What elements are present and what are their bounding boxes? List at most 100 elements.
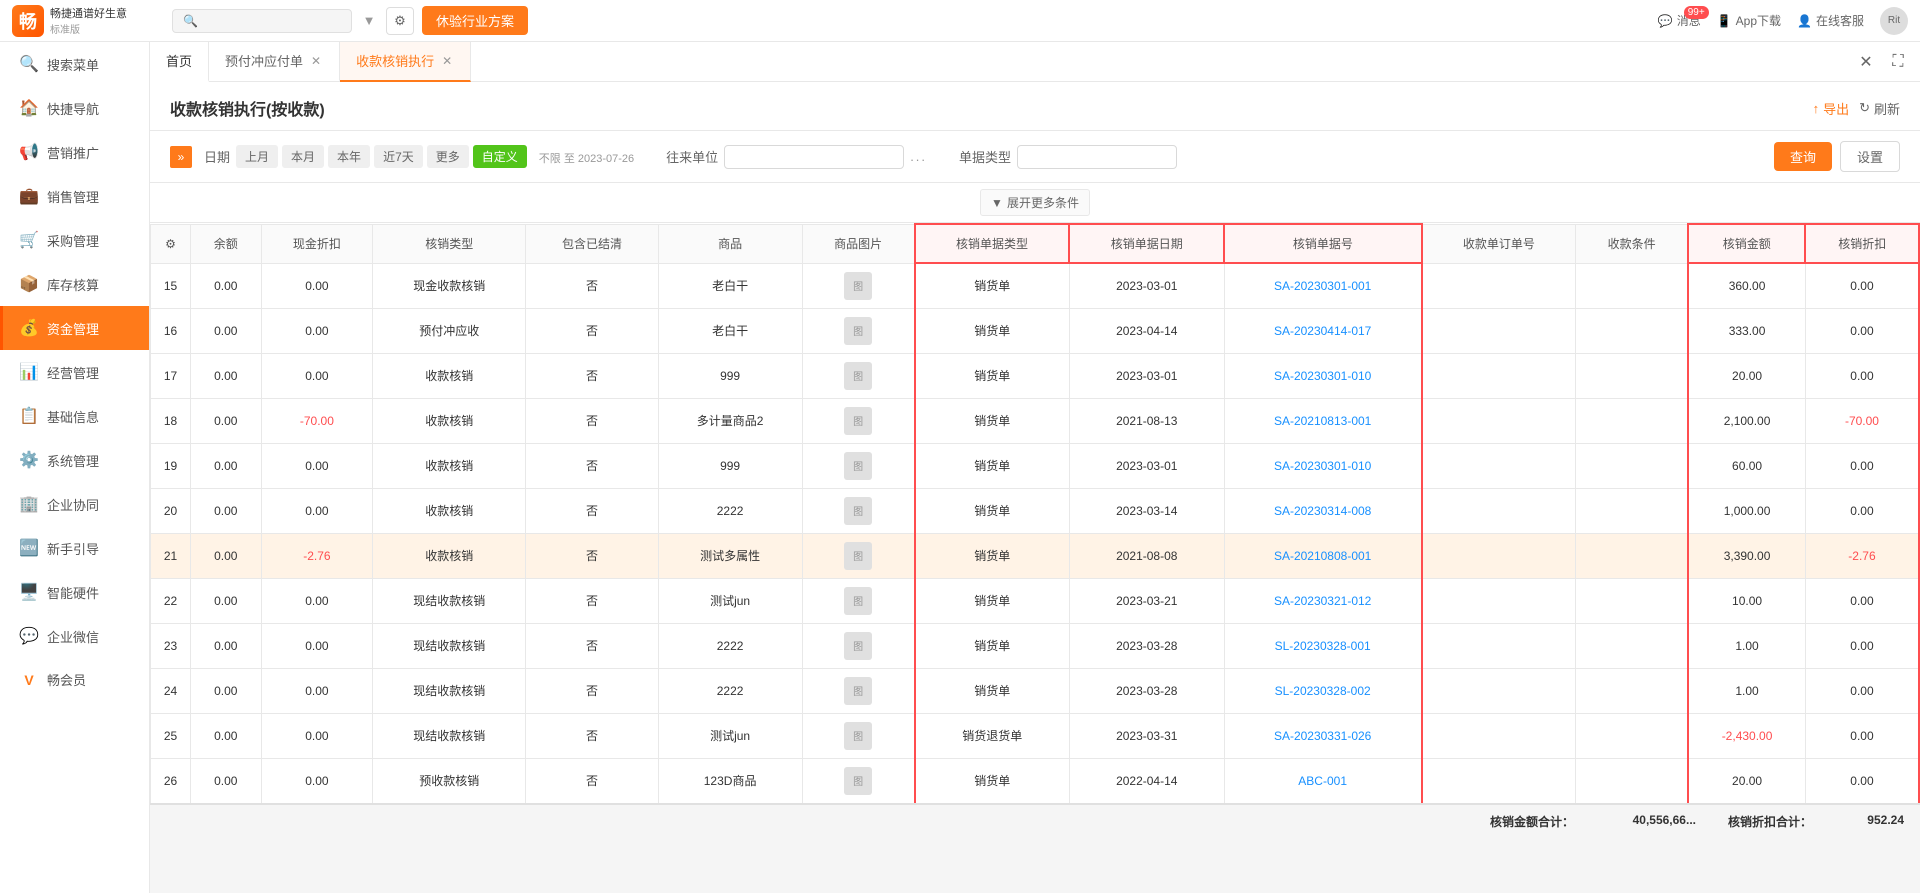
sidebar-item-inventory[interactable]: 📦 库存核算 [0,262,149,306]
writeoff-bill-no-link[interactable]: SA-20230301-010 [1274,459,1371,473]
cell-collection-order-no [1422,353,1576,398]
cell-collection-order-no [1422,668,1576,713]
top-search-bar[interactable]: 🔍 [172,9,352,33]
sidebar-item-hardware[interactable]: 🖥️ 智能硬件 [0,570,149,614]
counterpart-input[interactable] [724,145,904,169]
sidebar-item-wechat[interactable]: 💬 企业微信 [0,614,149,658]
sidebar-item-finance[interactable]: 💰 资金管理 [0,306,149,350]
sidebar-item-basic-info[interactable]: 📋 基础信息 [0,394,149,438]
writeoff-bill-no-link[interactable]: SA-20210808-001 [1274,549,1371,563]
writeoff-bill-no-link[interactable]: SA-20230414-017 [1274,324,1371,338]
cell-payment-terms [1576,758,1689,803]
sidebar-item-quick-nav[interactable]: 🏠 快捷导航 [0,86,149,130]
tab-collection-close[interactable]: ✕ [440,52,454,70]
cell-writeoff-bill-type: 销货单 [915,758,1070,803]
sidebar-item-operations[interactable]: 📊 经营管理 [0,350,149,394]
cell-goods-image: 图 [802,758,915,803]
cell-writeoff-bill-no: SL-20230328-002 [1224,668,1422,713]
cell-payment-terms [1576,263,1689,308]
sidebar-item-guide[interactable]: 🆕 新手引导 [0,526,149,570]
writeoff-bill-no-link[interactable]: SA-20230314-008 [1274,504,1371,518]
cell-collection-order-no [1422,758,1576,803]
sidebar-item-marketing[interactable]: 📢 营销推广 [0,130,149,174]
cell-goods: 老白干 [658,263,802,308]
app-download-button[interactable]: 📱 App下载 [1717,12,1781,29]
cell-collection-order-no [1422,488,1576,533]
filter-expand-button[interactable]: » [170,146,192,168]
table-row: 26 0.00 0.00 预收款核销 否 123D商品 图 销货单 2022-0… [151,758,1920,803]
tab-prepay-label: 预付冲应付单 [225,51,303,70]
date-btn-last-month[interactable]: 上月 [236,145,278,168]
cell-rownum: 16 [151,308,191,353]
sidebar-item-enterprise[interactable]: 🏢 企业协同 [0,482,149,526]
service-icon: 👤 [1797,14,1812,28]
cell-balance: 0.00 [191,398,262,443]
dropdown-arrow[interactable]: ▼ [360,12,378,30]
writeoff-bill-no-link[interactable]: SL-20230328-002 [1275,684,1371,698]
writeoff-bill-no-link[interactable]: SA-20230331-026 [1274,729,1371,743]
th-settings[interactable]: ⚙ [151,224,191,263]
cell-writeoff-amount: -2,430.00 [1688,713,1805,758]
tab-maximize-button[interactable]: ⛶ [1884,48,1912,76]
date-btn-custom[interactable]: 自定义 [473,145,527,168]
tab-prepay-close[interactable]: ✕ [309,52,323,70]
table-row: 15 0.00 0.00 现金收款核销 否 老白干 图 销货单 2023-03-… [151,263,1920,308]
expand-conditions-button[interactable]: ▼ 展开更多条件 [980,189,1090,216]
bill-type-select[interactable] [1017,145,1177,169]
sidebar-item-member[interactable]: V 畅会员 [0,658,149,701]
date-btn-7days[interactable]: 近7天 [374,145,423,168]
cell-cash-discount: 0.00 [261,353,373,398]
cell-rownum: 15 [151,263,191,308]
export-icon: ↑ [1813,101,1820,116]
industry-button[interactable]: 休验行业方案 [422,6,528,35]
writeoff-bill-no-link[interactable]: SA-20230301-010 [1274,369,1371,383]
query-button[interactable]: 查询 [1774,142,1832,171]
cell-payment-terms [1576,443,1689,488]
cell-writeoff-bill-no: SL-20230328-001 [1224,623,1422,668]
writeoff-bill-no-link[interactable]: ABC-001 [1298,774,1347,788]
refresh-button[interactable]: ↻ 刷新 [1859,99,1900,118]
cell-collection-order-no [1422,578,1576,623]
tab-collection[interactable]: 收款核销执行 ✕ [340,42,471,82]
date-btn-this-year[interactable]: 本年 [328,145,370,168]
export-button[interactable]: ↑ 导出 [1813,99,1850,118]
table-scroll[interactable]: ⚙ 余额 现金折扣 核销类型 包含已结清 商品 商品图片 核销单据类型 核销单据… [150,223,1920,803]
date-btn-this-month[interactable]: 本月 [282,145,324,168]
tab-prepay[interactable]: 预付冲应付单 ✕ [209,42,340,82]
online-service-button[interactable]: 👤 在线客服 [1797,12,1864,29]
message-button[interactable]: 💬 消息 99+ [1658,12,1701,29]
cell-writeoff-amount: 20.00 [1688,353,1805,398]
logo-area: 畅 畅捷通谱好生意 标准版 [12,5,162,37]
filter-date-group: 日期 上月 本月 本年 近7天 更多 自定义 [204,145,527,168]
tab-home[interactable]: 首页 [150,42,209,82]
tab-bar: 首页 预付冲应付单 ✕ 收款核销执行 ✕ ✕ ⛶ [150,42,1920,82]
date-range-display: 不限 至 2023-07-26 [539,150,634,166]
user-avatar[interactable]: Rit [1880,7,1908,35]
writeoff-bill-no-link[interactable]: SL-20230328-001 [1275,639,1371,653]
cell-writeoff-bill-date: 2023-03-01 [1069,443,1224,488]
sidebar-item-sales[interactable]: 💼 销售管理 [0,174,149,218]
filter-bill-type-group: 单据类型 [959,145,1177,169]
cell-writeoff-bill-date: 2023-03-01 [1069,353,1224,398]
gear-button[interactable]: ⚙ [386,7,414,35]
cell-writeoff-discount: 0.00 [1805,308,1919,353]
member-icon: V [19,672,39,688]
sidebar-item-purchase[interactable]: 🛒 采购管理 [0,218,149,262]
cell-balance: 0.00 [191,668,262,713]
date-btn-more[interactable]: 更多 [427,145,469,168]
cell-writeoff-amount: 2,100.00 [1688,398,1805,443]
cell-writeoff-bill-type: 销货单 [915,578,1070,623]
message-badge: 99+ [1684,6,1709,19]
tab-close-all-button[interactable]: ✕ [1852,48,1880,76]
sidebar-item-search[interactable]: 🔍 搜索菜单 [0,42,149,86]
writeoff-bill-no-link[interactable]: SA-20230301-001 [1274,279,1371,293]
writeoff-bill-no-link[interactable]: SA-20210813-001 [1274,414,1371,428]
cell-rownum: 23 [151,623,191,668]
cell-payment-terms [1576,623,1689,668]
writeoff-bill-no-link[interactable]: SA-20230321-012 [1274,594,1371,608]
guide-icon: 🆕 [19,538,39,558]
sidebar-label-operations: 经营管理 [47,363,99,382]
setting-button[interactable]: 设置 [1840,141,1900,172]
cell-cash-discount: 0.00 [261,668,373,713]
sidebar-item-system[interactable]: ⚙️ 系统管理 [0,438,149,482]
